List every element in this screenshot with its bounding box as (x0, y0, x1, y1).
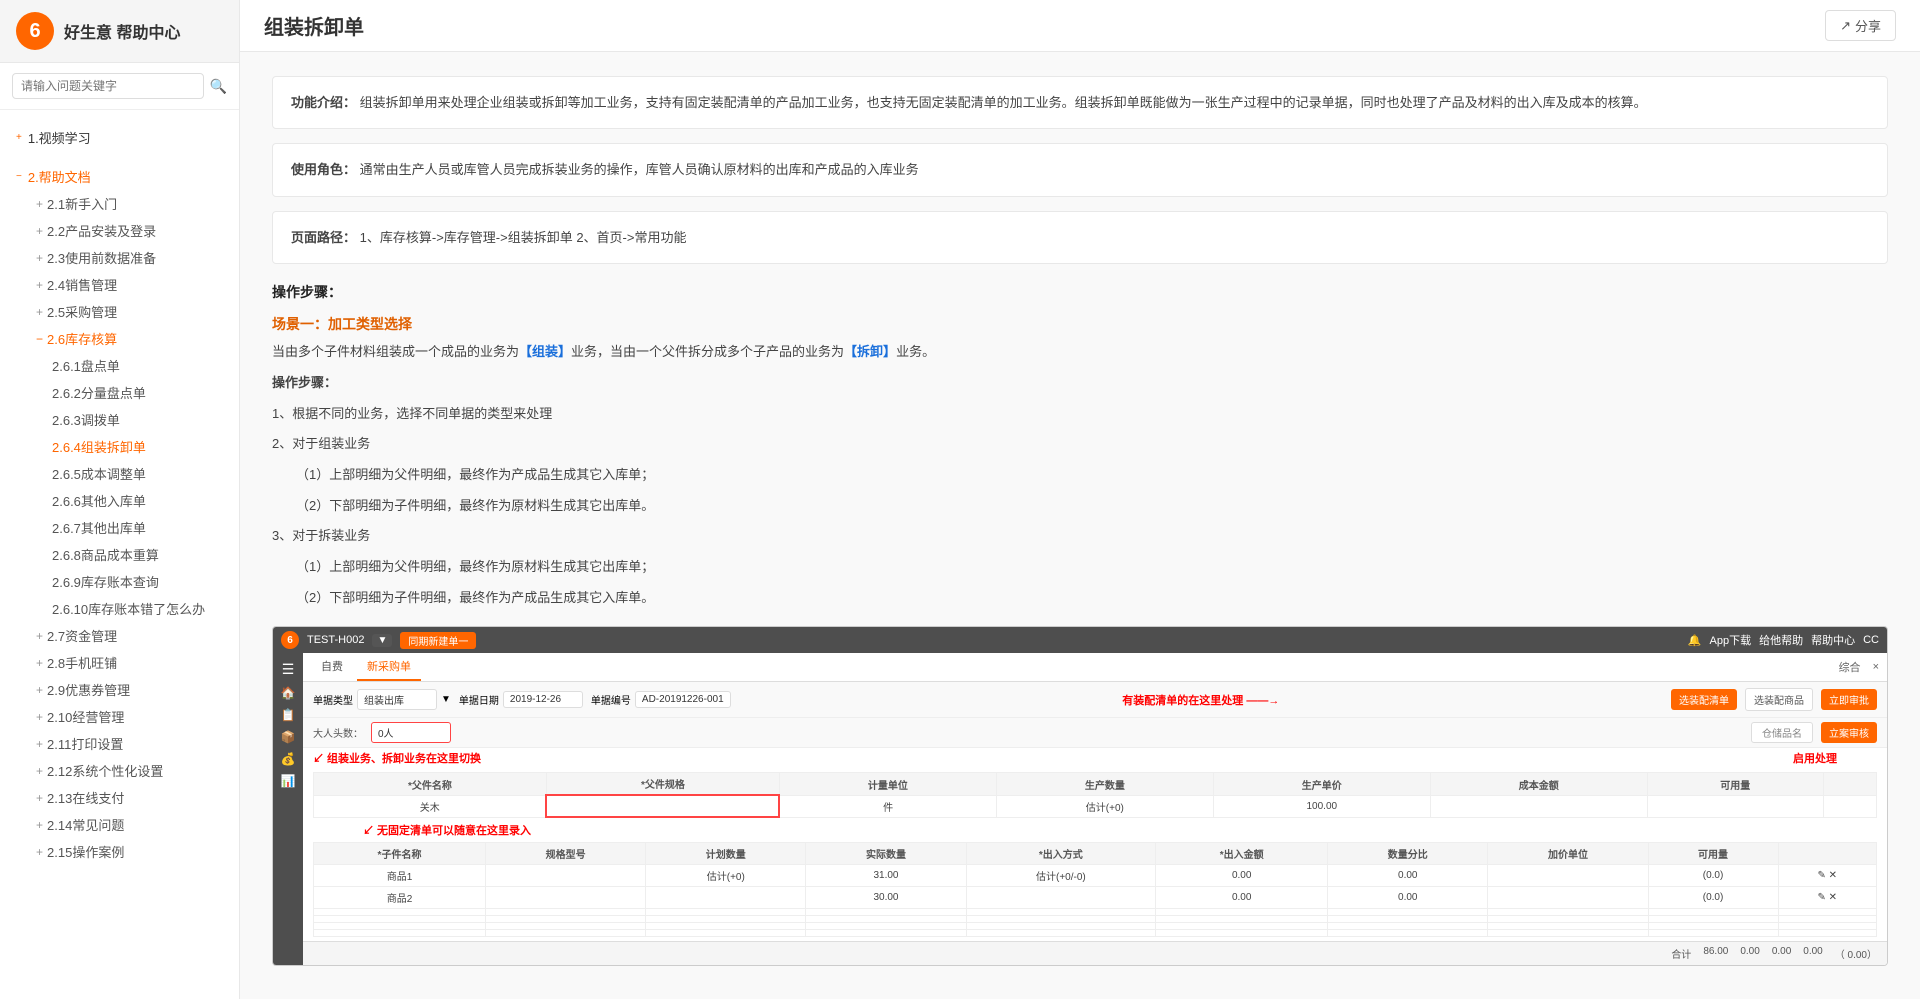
sidebar-item-2-6-4[interactable]: 2.6.4组装拆卸单 (52, 433, 223, 460)
info-box-path: 页面路径： 1、库存核算->库存管理->组装拆卸单 2、首页->常用功能 (272, 211, 1888, 264)
share-icon: ↗ (1840, 18, 1851, 34)
sidebar-item-2-14[interactable]: +2.14常见问题 (36, 811, 223, 838)
info-box-role: 使用角色： 通常由生产人员或库管人员完成拆装业务的操作，库管人员确认原材料的出库… (272, 143, 1888, 196)
step2-sub: （1）上部明细为父件明细，最终作为产成品生成其它入库单； （2）下部明细为子件明… (272, 463, 1888, 518)
sidebar-item-2-6-7[interactable]: 2.6.7其他出库单 (52, 514, 223, 541)
step1: 1、根据不同的业务，选择不同单据的类型来处理 (272, 402, 1888, 427)
info-box-intro: 功能介绍： 组装拆卸单用来处理企业组装或拆卸等加工业务，支持有固定装配清单的产品… (272, 76, 1888, 129)
table-row (314, 923, 1877, 930)
mock-tab-new[interactable]: 新采购单 (357, 653, 421, 681)
sidebar-item-2-11[interactable]: +2.11打印设置 (36, 730, 223, 757)
share-button[interactable]: ↗ 分享 (1825, 10, 1896, 41)
nav-sub-sub: 2.6.1盘点单 2.6.2分量盘点单 2.6.3调拨单 2.6.4组装拆卸单 … (36, 352, 223, 622)
sidebar-item-2-6-10[interactable]: 2.6.10库存账本错了怎么办 (52, 595, 223, 622)
nav-sub-docs: + 2.1新手入门 + 2.2产品安装及登录 + 2.3使用前数据准备 + 2.… (16, 190, 223, 865)
sidebar-item-2-6[interactable]: − 2.6库存核算 (36, 325, 223, 352)
sidebar-item-2-4[interactable]: + 2.4销售管理 (36, 271, 223, 298)
operations-title: 操作步骤： (272, 282, 1888, 302)
sidebar-item-2-2[interactable]: + 2.2产品安装及登录 (36, 217, 223, 244)
nav-tree: 1.视频学习 2.帮助文档 + 2.1新手入门 + 2.2产品安装及登录 + (0, 110, 239, 999)
mock-app: 6 TEST-H002 ▼ 同期新建单一 🔔 App下载 给他帮助 帮助中心 C… (273, 627, 1887, 965)
mock-btn-select-bom[interactable]: 选装配清单 (1671, 689, 1737, 710)
screenshot-container: 6 TEST-H002 ▼ 同期新建单一 🔔 App下载 给他帮助 帮助中心 C… (272, 626, 1888, 966)
logo-icon: 6 (16, 12, 54, 50)
annotation-enable: 启用处理 (1793, 750, 1837, 766)
sidebar-item-2-6-9[interactable]: 2.6.9库存账本查询 (52, 568, 223, 595)
step2: 2、对于组装业务 (272, 432, 1888, 457)
mock-toolbar-row2: 大人头数： 0人 仓储品名 立案审核 (303, 718, 1887, 748)
expand-icon-2 (16, 171, 22, 182)
mock-btn-confirm[interactable]: 立案审核 (1821, 722, 1877, 743)
search-icon[interactable]: 🔍 (210, 78, 227, 95)
mock-table1-container: *父件名称 *父件规格 计量单位 生产数量 生产单价 成本金额 可用量 (303, 768, 1887, 820)
sidebar-item-2[interactable]: 2.帮助文档 (16, 163, 223, 190)
step3: 3、对于拆装业务 (272, 524, 1888, 549)
sidebar-item-2-15[interactable]: +2.15操作案例 (36, 838, 223, 865)
top-bar: 组装拆卸单 ↗ 分享 (240, 0, 1920, 52)
mock-table1: *父件名称 *父件规格 计量单位 生产数量 生产单价 成本金额 可用量 (313, 772, 1877, 818)
page-title: 组装拆卸单 (264, 11, 364, 40)
mock-tab-bar: 自费 新采购单 综合 × (303, 653, 1887, 682)
table-row: 关木 件 估计(+0) 100.00 (314, 795, 1877, 817)
sidebar-item-1-label: 1.视频学习 (28, 128, 91, 147)
mock-toolbar-row1: 单据类型 组装出库 ▼ 单据日期 2019-12-26 单据编号 (303, 682, 1887, 718)
sidebar-item-2-5[interactable]: + 2.5采购管理 (36, 298, 223, 325)
mock-table2-container: *子件名称 规格型号 计划数量 实际数量 *出入方式 *出入金额 数量分比 加价… (303, 840, 1887, 941)
annotation-switch: ↙ 组装业务、拆卸业务在这里切换 (313, 750, 481, 766)
mock-table2: *子件名称 规格型号 计划数量 实际数量 *出入方式 *出入金额 数量分比 加价… (313, 842, 1877, 937)
logo-text: 好生意 帮助中心 (64, 19, 180, 43)
content-area: 功能介绍： 组装拆卸单用来处理企业组装或拆卸等加工业务，支持有固定装配清单的产品… (240, 52, 1920, 999)
sidebar-item-2-6-1[interactable]: 2.6.1盘点单 (52, 352, 223, 379)
sidebar-item-2-6-3[interactable]: 2.6.3调拨单 (52, 406, 223, 433)
mock-main: ☰ 🏠 📋 📦 💰 📊 自费 新采购单 (273, 653, 1887, 965)
sidebar-item-2-label: 2.帮助文档 (28, 167, 91, 186)
nav-section-docs: 2.帮助文档 + 2.1新手入门 + 2.2产品安装及登录 + 2.3使用前数据… (0, 157, 239, 871)
mock-tab-home[interactable]: 自费 (311, 653, 353, 681)
logo-bar: 6 好生意 帮助中心 (0, 0, 239, 63)
scene1-intro: 当由多个子件材料组装成一个成品的业务为【组装】业务，当由一个父件拆分成多个子产品… (272, 340, 1888, 365)
mock-footer: 合计 86.00 0.00 0.00 0.00 （ 0.00） (303, 941, 1887, 965)
sidebar-item-2-7[interactable]: +2.7资金管理 (36, 622, 223, 649)
mock-top-bar: 6 TEST-H002 ▼ 同期新建单一 🔔 App下载 给他帮助 帮助中心 C… (273, 627, 1887, 653)
sidebar: 6 好生意 帮助中心 🔍 1.视频学习 2.帮助文档 + 2.1新手入门 (0, 0, 240, 999)
sidebar-item-2-8[interactable]: +2.8手机旺铺 (36, 649, 223, 676)
sidebar-item-1[interactable]: 1.视频学习 (16, 124, 223, 151)
sidebar-item-2-10[interactable]: +2.10经营管理 (36, 703, 223, 730)
mock-btn-select-goods[interactable]: 选装配商品 (1745, 688, 1813, 711)
sidebar-item-2-6-5[interactable]: 2.6.5成本调整单 (52, 460, 223, 487)
sidebar-item-2-6-8[interactable]: 2.6.8商品成本重算 (52, 541, 223, 568)
mock-content-area: 自费 新采购单 综合 × 单据类型 组装出库 (303, 653, 1887, 965)
mock-btn-approve[interactable]: 立即审批 (1821, 689, 1877, 710)
table-row (314, 930, 1877, 937)
sidebar-item-2-1[interactable]: + 2.1新手入门 (36, 190, 223, 217)
sidebar-item-2-12[interactable]: +2.12系统个性化设置 (36, 757, 223, 784)
step3-sub: （1）上部明细为父件明细，最终作为原材料生成其它出库单； （2）下部明细为子件明… (272, 555, 1888, 610)
screenshot-inner: 6 TEST-H002 ▼ 同期新建单一 🔔 App下载 给他帮助 帮助中心 C… (273, 627, 1887, 965)
mock-sidebar-icons: ☰ 🏠 📋 📦 💰 📊 (273, 653, 303, 965)
mock-logo: 6 (281, 631, 299, 649)
nav-section-video: 1.视频学习 (0, 118, 239, 157)
table-row: 商品1 估计(+0) 31.00 估计(+0/-0) 0.00 0.00 (314, 865, 1877, 887)
sidebar-item-2-9[interactable]: +2.9优惠券管理 (36, 676, 223, 703)
scene1-title: 场景一：加工类型选择 (272, 314, 1888, 334)
expand-icon-1 (16, 132, 22, 143)
search-input[interactable] (12, 73, 204, 99)
sidebar-item-2-6-2[interactable]: 2.6.2分量盘点单 (52, 379, 223, 406)
table-row (314, 909, 1877, 916)
sidebar-item-2-3[interactable]: + 2.3使用前数据准备 (36, 244, 223, 271)
main-area: 组装拆卸单 ↗ 分享 功能介绍： 组装拆卸单用来处理企业组装或拆卸等加工业务，支… (240, 0, 1920, 999)
annotation3-row: ↙ 无固定清单可以随意在这里录入 (303, 820, 1887, 840)
sidebar-item-2-6-6[interactable]: 2.6.6其他入库单 (52, 487, 223, 514)
annotation-row: ↙ 组装业务、拆卸业务在这里切换 启用处理 (303, 748, 1887, 768)
sidebar-item-2-13[interactable]: +2.13在线支付 (36, 784, 223, 811)
mock-warehouse-input[interactable]: 仓储品名 (1751, 722, 1813, 743)
table-row: 商品2 30.00 0.00 0.00 (314, 887, 1877, 909)
steps-title: 操作步骤： (272, 371, 1888, 396)
search-bar: 🔍 (0, 63, 239, 110)
table-row (314, 916, 1877, 923)
annotation-clearance: 有装配清单的在这里处理 (1122, 695, 1243, 707)
annotation-free-input: ↙ 无固定清单可以随意在这里录入 (363, 825, 531, 837)
